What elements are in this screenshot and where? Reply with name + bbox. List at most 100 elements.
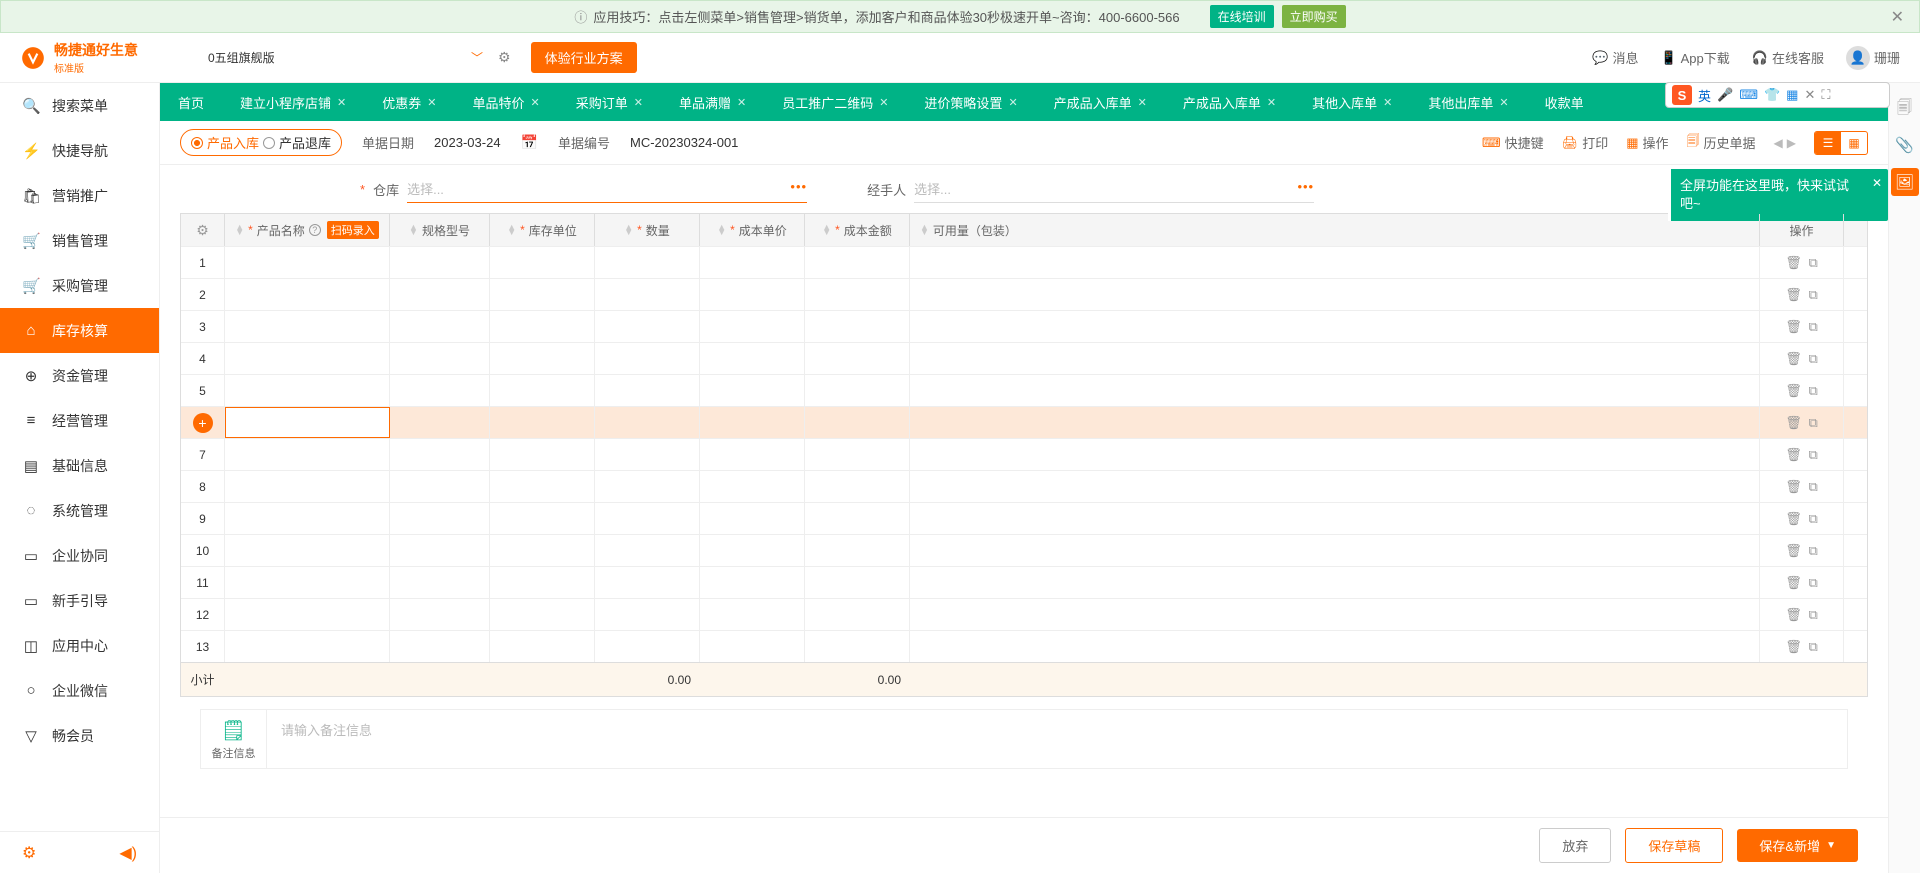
copy-row-icon[interactable]: ⧉ [1808,511,1817,527]
delete-row-icon[interactable]: 🗑 [1785,639,1802,655]
rail-doc-icon[interactable]: 🗐 [1897,97,1912,122]
cell-qty[interactable] [595,567,700,598]
cell-amount[interactable] [805,343,910,374]
next-doc-icon[interactable]: ▶ [1787,136,1796,150]
delete-row-icon[interactable]: 🗑 [1785,287,1802,303]
copy-row-icon[interactable]: ⧉ [1808,607,1817,623]
sidebar-item-guide[interactable]: ▭新手引导 [0,578,159,623]
remark-input[interactable]: 请输入备注信息 [267,710,1847,768]
table-row[interactable]: 13🗑 ⧉ [181,630,1867,662]
tab-miniprogram[interactable]: 建立小程序店铺✕ [222,83,364,121]
cell-name[interactable] [225,439,390,470]
table-row[interactable]: 12🗑 ⧉ [181,598,1867,630]
close-icon[interactable]: ✕ [1267,96,1276,109]
delete-row-icon[interactable]: 🗑 [1785,607,1802,623]
copy-row-icon[interactable]: ⧉ [1808,415,1817,431]
cell-available[interactable] [910,375,1760,406]
tab-coupon[interactable]: 优惠券✕ [364,83,454,121]
table-row[interactable]: 3🗑 ⧉ [181,310,1867,342]
copy-row-icon[interactable]: ⧉ [1808,287,1817,303]
table-row[interactable]: 1🗑 ⧉ [181,246,1867,278]
operations-button[interactable]: ▦操作 [1626,133,1668,152]
tab-purchase-order[interactable]: 采购订单✕ [558,83,661,121]
table-row[interactable]: + 🗑 ⧉ [181,406,1867,438]
cell-spec[interactable] [390,247,490,278]
delete-row-icon[interactable]: 🗑 [1785,319,1802,335]
table-row[interactable]: 4🗑 ⧉ [181,342,1867,374]
table-row[interactable]: 7🗑 ⧉ [181,438,1867,470]
cell-qty[interactable] [595,471,700,502]
copy-row-icon[interactable]: ⧉ [1808,255,1817,271]
cell-unit[interactable] [490,599,595,630]
cell-available[interactable] [910,631,1760,662]
cell-unit[interactable] [490,311,595,342]
cell-spec[interactable] [390,407,490,438]
cell-name[interactable] [225,279,390,310]
cell-name[interactable] [225,343,390,374]
cell-name[interactable] [225,247,390,278]
cell-available[interactable] [910,439,1760,470]
copy-row-icon[interactable]: ⧉ [1808,479,1817,495]
ime-skin-icon[interactable]: 👕 [1764,87,1780,103]
sidebar-item-shortcut[interactable]: ⚡快捷导航 [0,128,159,173]
cell-qty[interactable] [595,631,700,662]
table-settings-icon[interactable]: ⚙ [196,222,209,239]
cell-qty[interactable] [595,439,700,470]
ime-mode[interactable]: 英 [1698,86,1711,105]
cell-spec[interactable] [390,471,490,502]
tab-finished-in-1[interactable]: 产成品入库单✕ [1036,83,1165,121]
cell-price[interactable] [700,439,805,470]
cell-available[interactable] [910,471,1760,502]
tab-gift[interactable]: 单品满赠✕ [661,83,764,121]
print-button[interactable]: 🖨打印 [1562,133,1609,152]
col-price[interactable]: ▲▼*成本单价 [700,214,805,246]
cell-available[interactable] [910,503,1760,534]
copy-row-icon[interactable]: ⧉ [1808,639,1817,655]
cell-qty[interactable] [595,407,700,438]
cell-price[interactable] [700,503,805,534]
radio-product-in[interactable]: 产品入库 [191,133,259,152]
sidebar-item-business[interactable]: ≡经营管理 [0,398,159,443]
copy-row-icon[interactable]: ⧉ [1808,383,1817,399]
cell-price[interactable] [700,631,805,662]
hotkey-button[interactable]: ⌨快捷键 [1482,133,1544,152]
cell-qty[interactable] [595,535,700,566]
close-icon[interactable]: ✕ [1383,96,1392,109]
cell-amount[interactable] [805,247,910,278]
tab-receipt[interactable]: 收款单 [1527,83,1602,121]
cell-price[interactable] [700,535,805,566]
col-unit[interactable]: ▲▼*库存单位 [490,214,595,246]
ime-voice-icon[interactable]: 🎤 [1717,87,1733,103]
close-icon[interactable]: ✕ [427,96,436,109]
close-icon[interactable]: ✕ [531,96,540,109]
ime-grid-icon[interactable]: ▦ [1786,87,1798,103]
table-row[interactable]: 10🗑 ⧉ [181,534,1867,566]
cell-unit[interactable] [490,567,595,598]
close-icon[interactable]: ✕ [737,96,746,109]
help-icon[interactable]: ? [309,224,321,236]
cell-name[interactable] [225,599,390,630]
org-settings-icon[interactable]: ⚙ [498,49,511,66]
delete-row-icon[interactable]: 🗑 [1785,415,1802,431]
calendar-icon[interactable]: 📅 [521,134,538,151]
sidebar-item-purchase[interactable]: 🛒采购管理 [0,263,159,308]
close-icon[interactable]: ✕ [1499,96,1508,109]
tab-finished-in-2[interactable]: 产成品入库单✕ [1165,83,1294,121]
cell-unit[interactable] [490,279,595,310]
cell-qty[interactable] [595,503,700,534]
cell-available[interactable] [910,343,1760,374]
sidebar-item-search[interactable]: 🔍搜索菜单 [0,83,159,128]
cell-spec[interactable] [390,503,490,534]
cell-available[interactable] [910,279,1760,310]
cell-name[interactable] [225,407,390,438]
cell-spec[interactable] [390,439,490,470]
tab-price-strategy[interactable]: 进价策略设置✕ [906,83,1035,121]
cell-spec[interactable] [390,311,490,342]
cell-amount[interactable] [805,311,910,342]
delete-row-icon[interactable]: 🗑 [1785,543,1802,559]
handler-select[interactable]: 选择...••• [914,175,1314,203]
cell-amount[interactable] [805,599,910,630]
cell-amount[interactable] [805,567,910,598]
cell-unit[interactable] [490,375,595,406]
add-row-icon[interactable]: + [193,413,213,433]
